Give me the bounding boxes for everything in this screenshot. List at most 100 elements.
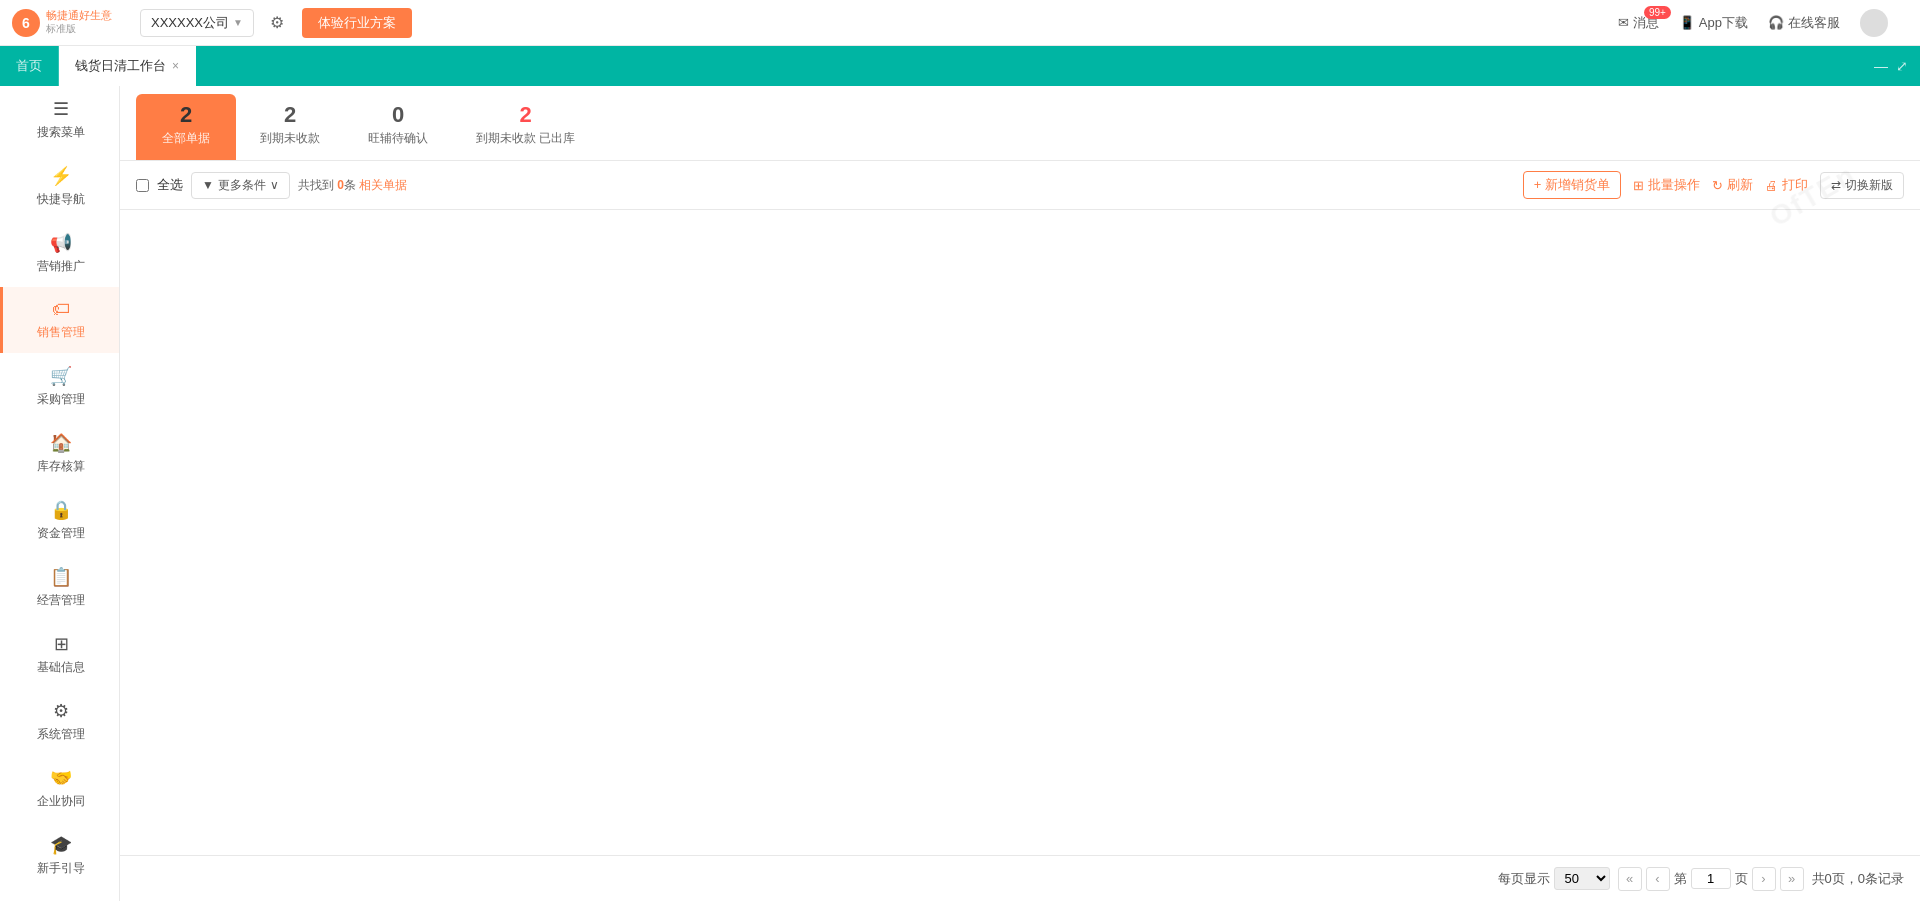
message-icon: ✉ — [1618, 15, 1629, 30]
per-page-label: 每页显示 — [1498, 870, 1550, 888]
refresh-label: 刷新 — [1727, 176, 1753, 194]
filter-chevron: ∨ — [270, 178, 279, 192]
service-icon: 🎧 — [1768, 15, 1784, 30]
switch-label: 切换新版 — [1845, 177, 1893, 194]
sidebar-label-marketing: 营销推广 — [37, 258, 85, 275]
sidebar-item-collab[interactable]: 🤝 企业协同 — [0, 755, 119, 822]
stat-label-all: 全部单据 — [162, 130, 210, 147]
refresh-btn[interactable]: ↻ 刷新 — [1712, 176, 1753, 194]
top-header: 6 畅捷通好生意 标准版 XXXXXX公司 ▼ ⚙ 体验行业方案 ✉ 消息 99… — [0, 0, 1920, 46]
stat-label-pending: 旺辅待确认 — [368, 130, 428, 147]
content-area: 2 全部单据 2 到期未收款 0 旺辅待确认 2 到期未收款 已出库 全选 — [120, 86, 1920, 901]
system-icon: ⚙ — [53, 700, 69, 722]
stat-tab-pending[interactable]: 0 旺辅待确认 — [344, 94, 452, 160]
sidebar: ☰ 搜索菜单 ⚡ 快捷导航 📢 营销推广 🏷 销售管理 🛒 采购管理 🏠 库存核… — [0, 86, 120, 901]
new-sale-label: + 新增销货单 — [1534, 176, 1610, 194]
sidebar-item-marketing[interactable]: 📢 营销推广 — [0, 220, 119, 287]
sidebar-item-sales[interactable]: 🏷 销售管理 — [0, 287, 119, 353]
tab-home[interactable]: 首页 — [0, 46, 59, 86]
nav-icon: ⚡ — [50, 165, 72, 187]
gear-icon: ⚙ — [270, 13, 284, 32]
last-page-btn[interactable]: » — [1780, 867, 1804, 891]
sidebar-label-operations: 经营管理 — [37, 592, 85, 609]
stat-tab-overdue[interactable]: 2 到期未收款 — [236, 94, 344, 160]
app-download-label: App下载 — [1699, 14, 1748, 32]
app-download-btn[interactable]: 📱 App下载 — [1679, 14, 1748, 32]
logo-area: 6 畅捷通好生意 标准版 — [12, 9, 132, 37]
sidebar-item-finance[interactable]: 🔒 资金管理 — [0, 487, 119, 554]
operations-icon: 📋 — [50, 566, 72, 588]
print-btn[interactable]: 🖨 打印 — [1765, 176, 1808, 194]
tab-bar-actions: — ⤢ — [1874, 46, 1920, 86]
found-text: 共找到 0条 相关单据 — [298, 177, 407, 194]
stat-tab-shipped[interactable]: 2 到期未收款 已出库 — [452, 94, 599, 160]
sidebar-item-system[interactable]: ⚙ 系统管理 — [0, 688, 119, 755]
pagination: 每页显示 50 100 « ‹ 第 页 › » 共0页，0条记录 — [120, 855, 1920, 901]
search-menu-icon: ☰ — [53, 98, 69, 120]
filter-btn[interactable]: ▼ 更多条件 ∨ — [191, 172, 290, 199]
tab-expand-btn[interactable]: ⤢ — [1896, 58, 1908, 74]
tab-minimize-btn[interactable]: — — [1874, 58, 1888, 74]
sidebar-label-guide: 新手引导 — [37, 860, 85, 877]
sidebar-label-nav: 快捷导航 — [37, 191, 85, 208]
message-badge: 99+ — [1644, 6, 1671, 19]
sidebar-label-sales: 销售管理 — [37, 324, 85, 341]
stat-num-all: 2 — [180, 102, 192, 128]
sidebar-item-basics[interactable]: ⊞ 基础信息 — [0, 621, 119, 688]
logo-sub: 标准版 — [46, 22, 112, 36]
logo-text: 畅捷通好生意 — [46, 9, 112, 22]
select-all-checkbox[interactable] — [136, 179, 149, 192]
batch-btn[interactable]: ⊞ 批量操作 — [1633, 176, 1700, 194]
total-text: 共0页，0条记录 — [1812, 870, 1904, 888]
page-size-select: 每页显示 50 100 — [1498, 867, 1610, 890]
avatar[interactable] — [1860, 9, 1888, 37]
sidebar-item-nav[interactable]: ⚡ 快捷导航 — [0, 153, 119, 220]
first-page-btn[interactable]: « — [1618, 867, 1642, 891]
table-area — [120, 210, 1920, 855]
sidebar-label-finance: 资金管理 — [37, 525, 85, 542]
batch-label: 批量操作 — [1648, 176, 1700, 194]
prev-page-btn[interactable]: ‹ — [1646, 867, 1670, 891]
stat-num-pending: 0 — [392, 102, 404, 128]
switch-icon: ⇄ — [1831, 178, 1841, 192]
new-sale-btn[interactable]: + 新增销货单 — [1523, 171, 1621, 199]
found-link[interactable]: 相关单据 — [359, 178, 407, 192]
tab-qhjq-label: 钱货日清工作台 — [75, 57, 166, 75]
settings-icon-btn[interactable]: ⚙ — [262, 8, 292, 38]
switch-version-btn[interactable]: ⇄ 切换新版 — [1820, 172, 1904, 199]
company-selector[interactable]: XXXXXX公司 ▼ — [140, 9, 254, 37]
filter-icon: ▼ — [202, 178, 214, 192]
sidebar-item-search[interactable]: ☰ 搜索菜单 — [0, 86, 119, 153]
per-page-dropdown[interactable]: 50 100 — [1554, 867, 1610, 890]
basics-icon: ⊞ — [54, 633, 69, 655]
sidebar-item-operations[interactable]: 📋 经营管理 — [0, 554, 119, 621]
filter-label: 更多条件 — [218, 177, 266, 194]
toolbar-left: 全选 ▼ 更多条件 ∨ 共找到 0条 相关单据 — [136, 172, 407, 199]
found-count: 0 — [337, 178, 344, 192]
select-all-label: 全选 — [157, 176, 183, 194]
message-btn[interactable]: ✉ 消息 99+ — [1618, 14, 1659, 32]
sidebar-label-purchase: 采购管理 — [37, 391, 85, 408]
sidebar-label-system: 系统管理 — [37, 726, 85, 743]
page-label: 第 — [1674, 870, 1687, 888]
sidebar-item-appstore[interactable]: 📦 应用中心 — [0, 889, 119, 901]
tab-home-label: 首页 — [16, 57, 42, 75]
stat-tab-all[interactable]: 2 全部单据 — [136, 94, 236, 160]
chevron-down-icon: ▼ — [233, 17, 243, 28]
page-input[interactable] — [1691, 868, 1731, 889]
sidebar-item-inventory[interactable]: 🏠 库存核算 — [0, 420, 119, 487]
print-icon: 🖨 — [1765, 178, 1778, 193]
print-label: 打印 — [1782, 176, 1808, 194]
trial-button[interactable]: 体验行业方案 — [302, 8, 412, 38]
batch-icon: ⊞ — [1633, 178, 1644, 193]
next-page-btn[interactable]: › — [1752, 867, 1776, 891]
online-service-btn[interactable]: 🎧 在线客服 — [1768, 14, 1840, 32]
sidebar-item-purchase[interactable]: 🛒 采购管理 — [0, 353, 119, 420]
page-end: 页 — [1735, 870, 1748, 888]
online-service-label: 在线客服 — [1788, 14, 1840, 32]
sidebar-item-guide[interactable]: 🎓 新手引导 — [0, 822, 119, 889]
tab-qhjq[interactable]: 钱货日清工作台 × — [59, 46, 196, 86]
company-name: XXXXXX公司 — [151, 14, 229, 32]
tab-bar: 首页 钱货日清工作台 × — ⤢ — [0, 46, 1920, 86]
tab-close-icon[interactable]: × — [172, 59, 179, 73]
